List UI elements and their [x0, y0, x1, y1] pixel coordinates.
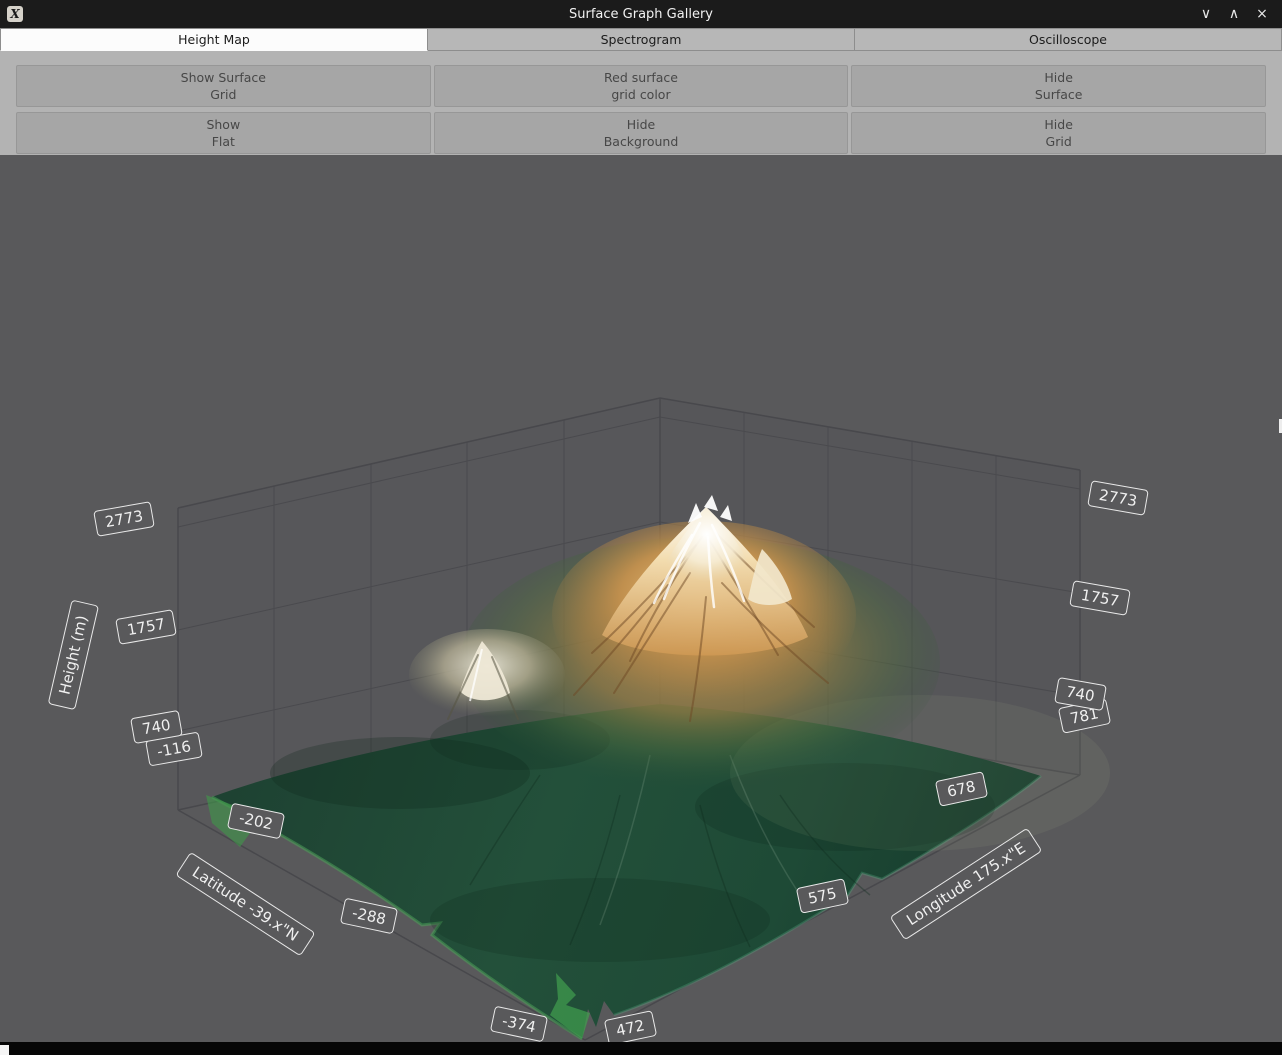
shade-icon[interactable]: ∨	[1198, 6, 1214, 22]
show-surface-grid-button[interactable]: Show Surface Grid	[16, 65, 431, 107]
button-line: Surface	[1035, 86, 1083, 103]
window-controls: ∨ ∧ ×	[1198, 6, 1282, 22]
titlebar: X Surface Graph Gallery ∨ ∧ ×	[0, 0, 1282, 28]
button-line: Show Surface	[181, 69, 266, 86]
button-line: Hide	[627, 116, 656, 133]
button-line: Flat	[212, 133, 235, 150]
controls-panel: Show Surface Grid Red surface grid color…	[0, 51, 1282, 155]
hide-grid-button[interactable]: Hide Grid	[851, 112, 1266, 154]
window-title: Surface Graph Gallery	[0, 7, 1282, 22]
tab-height-map[interactable]: Height Map	[0, 28, 428, 51]
hide-background-button[interactable]: Hide Background	[434, 112, 849, 154]
button-line: Grid	[210, 86, 236, 103]
secondary-peak	[409, 629, 565, 721]
hide-surface-button[interactable]: Hide Surface	[851, 65, 1266, 107]
surface-3d-view[interactable]: Height (m) Latitude -39.x"N Longitude 17…	[0, 155, 1282, 1042]
corner-artifact	[0, 1045, 9, 1055]
show-flat-button[interactable]: Show Flat	[16, 112, 431, 154]
button-line: Hide	[1044, 116, 1073, 133]
tab-oscilloscope[interactable]: Oscilloscope	[855, 28, 1282, 51]
app-window: X Surface Graph Gallery ∨ ∧ × Height Map…	[0, 0, 1282, 1055]
tab-spectrogram[interactable]: Spectrogram	[428, 28, 855, 51]
maximize-icon[interactable]: ∧	[1226, 6, 1242, 22]
button-line: Show	[206, 116, 240, 133]
bottom-strip	[0, 1042, 1282, 1055]
button-line: Background	[604, 133, 679, 150]
close-icon[interactable]: ×	[1254, 6, 1270, 22]
app-icon: X	[7, 6, 23, 22]
button-line: Hide	[1044, 69, 1073, 86]
tabbar: Height Map Spectrogram Oscilloscope	[0, 28, 1282, 51]
button-line: Grid	[1046, 133, 1072, 150]
button-line: Red surface	[604, 69, 678, 86]
button-line: grid color	[611, 86, 670, 103]
surface-grid-color-button[interactable]: Red surface grid color	[434, 65, 849, 107]
